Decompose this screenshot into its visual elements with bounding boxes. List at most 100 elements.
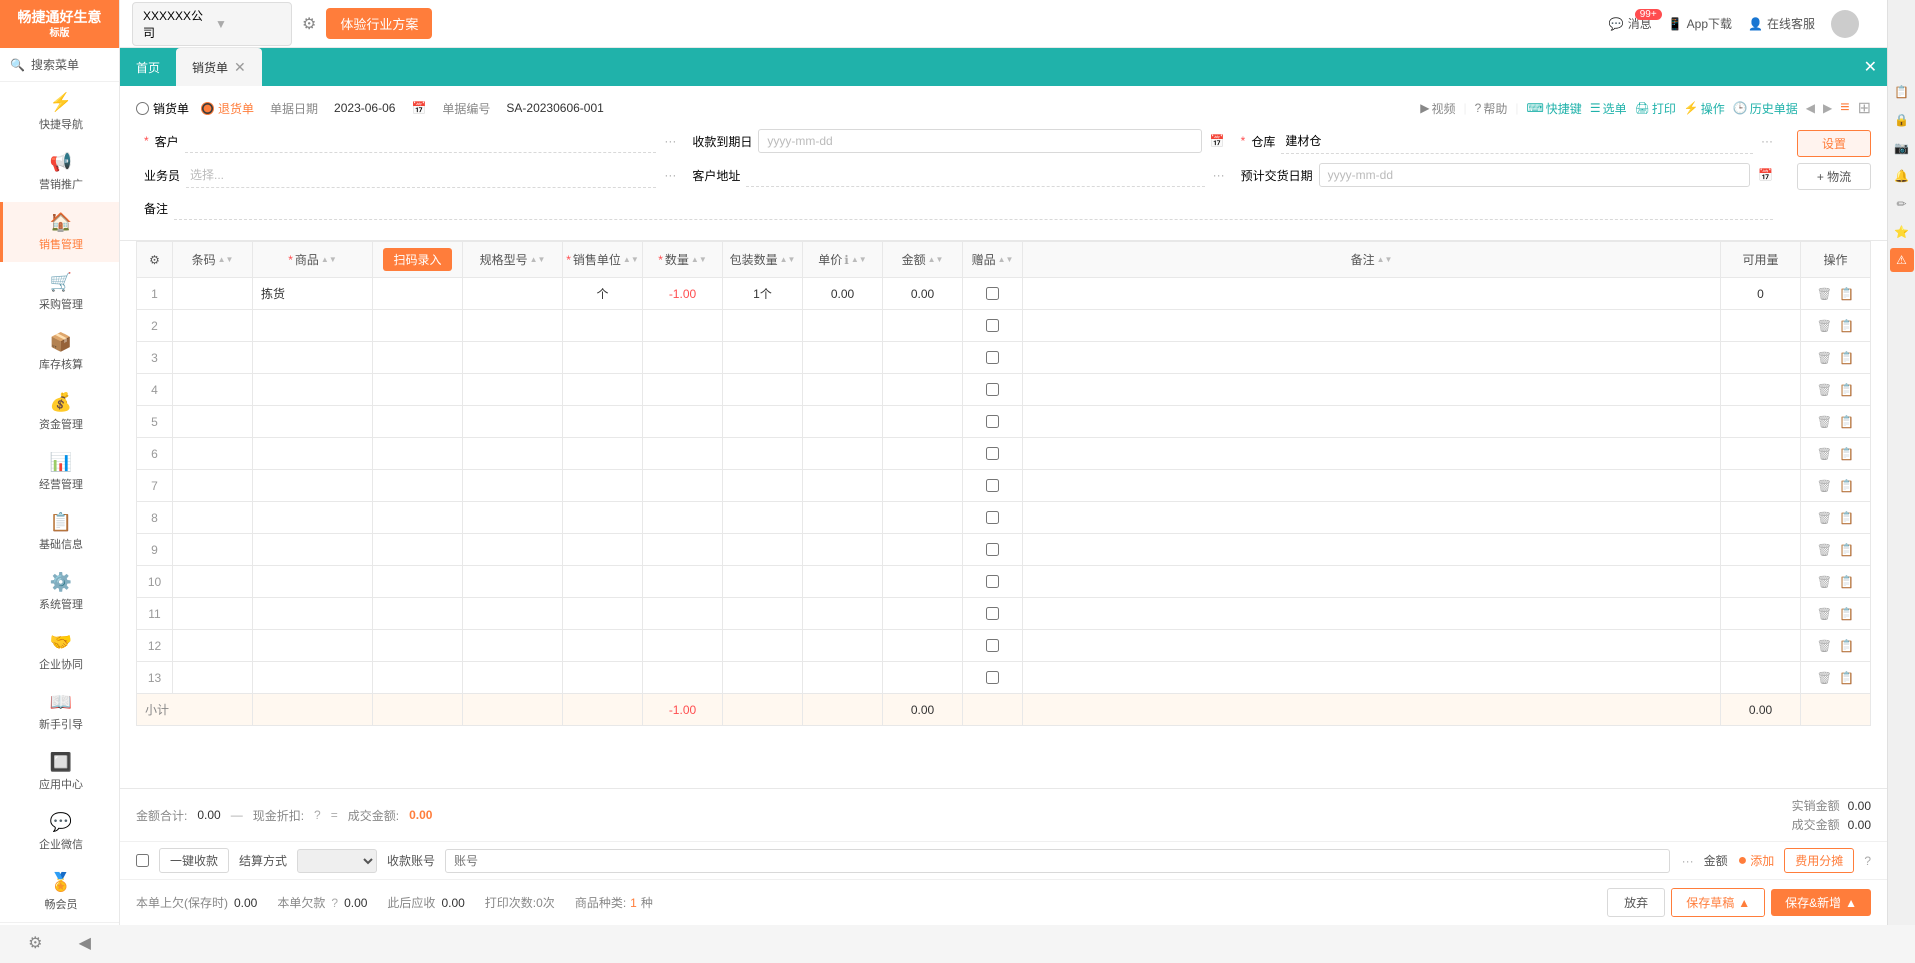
cell-barcode-10[interactable]: [173, 598, 253, 630]
cell-qty-10[interactable]: [643, 598, 723, 630]
cell-scancode-3[interactable]: [373, 374, 463, 406]
right-panel-form-icon[interactable]: 📋: [1890, 80, 1914, 104]
cell-qty-7[interactable]: [643, 502, 723, 534]
cell-qty-9[interactable]: [643, 566, 723, 598]
customer-ellipsis-btn[interactable]: ···: [664, 134, 676, 148]
cell-goods-1[interactable]: [253, 310, 373, 342]
cell-spec-12[interactable]: [463, 662, 563, 694]
cell-remark-4[interactable]: [1023, 406, 1721, 438]
cell-goods-2[interactable]: [253, 342, 373, 374]
date-calendar-icon[interactable]: 📅: [411, 101, 426, 115]
cell-spec-9[interactable]: [463, 566, 563, 598]
salesperson-ellipsis-btn[interactable]: ···: [664, 168, 676, 182]
sidebar-item-basic[interactable]: 📋 基础信息: [0, 502, 119, 562]
cell-remark-2[interactable]: [1023, 342, 1721, 374]
cell-unit-11[interactable]: [563, 630, 643, 662]
customer-addr-ellipsis-btn[interactable]: ···: [1213, 168, 1225, 182]
cell-gift-7[interactable]: [963, 502, 1023, 534]
goods-sort-icon[interactable]: ▲▼: [321, 255, 337, 264]
cell-remark-5[interactable]: [1023, 438, 1721, 470]
tab-close-all-icon[interactable]: ✕: [1864, 57, 1877, 77]
radio-return-order[interactable]: 退货单: [201, 100, 254, 117]
cell-barcode-4[interactable]: [173, 406, 253, 438]
company-selector[interactable]: XXXXXX公司 ▼: [132, 2, 292, 46]
account-ellipsis-btn[interactable]: ···: [1682, 854, 1694, 868]
cell-amount-8[interactable]: [883, 534, 963, 566]
arrow-prev-icon[interactable]: ◀: [1806, 101, 1815, 115]
right-panel-alert-icon[interactable]: ⚠: [1890, 248, 1914, 272]
cell-amount-11[interactable]: [883, 630, 963, 662]
action-help[interactable]: ?帮助: [1475, 100, 1508, 117]
cell-amount-7[interactable]: [883, 502, 963, 534]
sidebar-item-member[interactable]: 🏅 畅会员: [0, 862, 119, 922]
cell-price-10[interactable]: [803, 598, 883, 630]
cell-qty-8[interactable]: [643, 534, 723, 566]
cell-pkgqty-9[interactable]: [723, 566, 803, 598]
customer-input[interactable]: [185, 129, 657, 153]
cell-price-4[interactable]: [803, 406, 883, 438]
cell-scancode-0[interactable]: [373, 278, 463, 310]
method-select[interactable]: [297, 849, 377, 873]
amount-sort-icon[interactable]: ▲▼: [928, 255, 944, 264]
gift-sort-icon[interactable]: ▲▼: [998, 255, 1014, 264]
cell-price-7[interactable]: [803, 502, 883, 534]
cell-qty-6[interactable]: [643, 470, 723, 502]
cell-unit-3[interactable]: [563, 374, 643, 406]
sidebar-item-finance[interactable]: 💰 资金管理: [0, 382, 119, 442]
app-download-button[interactable]: 📱 App下载: [1668, 15, 1732, 32]
sidebar-item-wechat[interactable]: 💬 企业微信: [0, 802, 119, 862]
cell-price-9[interactable]: [803, 566, 883, 598]
copy-row-icon[interactable]: 📋: [1839, 575, 1854, 589]
copy-row-icon[interactable]: 📋: [1839, 671, 1854, 685]
cell-remark-1[interactable]: [1023, 310, 1721, 342]
sidebar-item-inventory[interactable]: 📦 库存核算: [0, 322, 119, 382]
spec-sort-icon[interactable]: ▲▼: [530, 255, 546, 264]
save-new-button[interactable]: 保存&新增 ▲: [1771, 889, 1871, 916]
right-panel-edit-icon[interactable]: ✏: [1890, 192, 1914, 216]
cell-goods-10[interactable]: [253, 598, 373, 630]
qty-sort-icon[interactable]: ▲▼: [691, 255, 707, 264]
th-settings[interactable]: ⚙: [137, 242, 173, 278]
cell-goods-7[interactable]: [253, 502, 373, 534]
sidebar-item-purchase[interactable]: 🛒 采购管理: [0, 262, 119, 322]
tab-home[interactable]: 首页: [120, 48, 176, 86]
expected-date-calendar-icon[interactable]: 📅: [1758, 168, 1773, 182]
cell-qty-1[interactable]: [643, 310, 723, 342]
cell-barcode-8[interactable]: [173, 534, 253, 566]
cell-amount-9[interactable]: [883, 566, 963, 598]
cell-goods-8[interactable]: [253, 534, 373, 566]
cell-scancode-7[interactable]: [373, 502, 463, 534]
cell-gift-4[interactable]: [963, 406, 1023, 438]
trial-button[interactable]: 体验行业方案: [326, 8, 432, 39]
cell-pkgqty-12[interactable]: [723, 662, 803, 694]
cell-remark-10[interactable]: [1023, 598, 1721, 630]
sidebar-settings-icon[interactable]: ⚙: [28, 933, 42, 953]
delete-row-icon[interactable]: 🗑: [1817, 479, 1832, 493]
cell-pkgqty-7[interactable]: [723, 502, 803, 534]
tab-close-icon[interactable]: ✕: [234, 59, 246, 76]
cell-qty-2[interactable]: [643, 342, 723, 374]
sidebar-item-enterprise[interactable]: 🤝 企业协同: [0, 622, 119, 682]
cell-goods-4[interactable]: [253, 406, 373, 438]
cell-pkgqty-0[interactable]: 1个: [723, 278, 803, 310]
right-panel-star-icon[interactable]: ⭐: [1890, 220, 1914, 244]
cell-remark-11[interactable]: [1023, 630, 1721, 662]
cell-barcode-3[interactable]: [173, 374, 253, 406]
sidebar-item-business[interactable]: 📊 经营管理: [0, 442, 119, 502]
cell-gift-9[interactable]: [963, 566, 1023, 598]
cell-unit-5[interactable]: [563, 438, 643, 470]
cell-spec-5[interactable]: [463, 438, 563, 470]
cell-spec-7[interactable]: [463, 502, 563, 534]
cell-remark-0[interactable]: [1023, 278, 1721, 310]
delete-row-icon[interactable]: 🗑: [1817, 543, 1832, 557]
expense-split-button[interactable]: 费用分摊: [1784, 848, 1854, 873]
cell-amount-12[interactable]: [883, 662, 963, 694]
action-operate[interactable]: ⚡操作: [1684, 100, 1725, 117]
warehouse-input[interactable]: 建材仓: [1281, 128, 1753, 154]
sidebar-collapse-icon[interactable]: ◀: [79, 933, 91, 953]
action-shortcut[interactable]: ⌨快捷键: [1526, 100, 1581, 117]
logistics-button[interactable]: + 物流: [1797, 163, 1871, 190]
topbar-gear-icon[interactable]: ⚙: [302, 14, 316, 34]
cell-remark-3[interactable]: [1023, 374, 1721, 406]
cell-scancode-10[interactable]: [373, 598, 463, 630]
